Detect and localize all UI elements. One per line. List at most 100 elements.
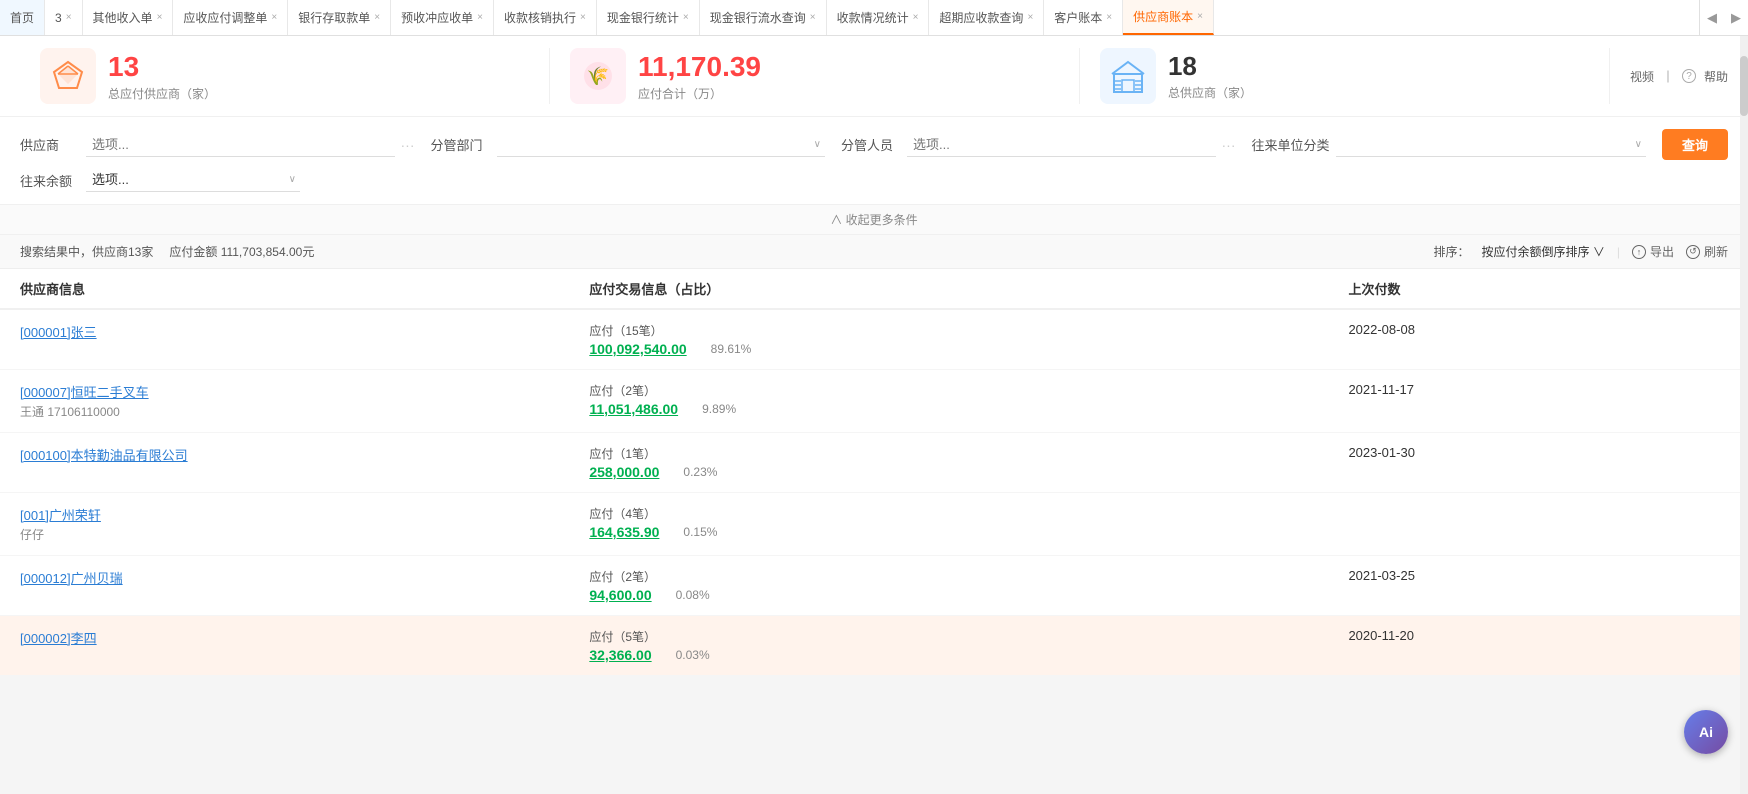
sort-value[interactable]: 按应付余额倒序排序 ∨ xyxy=(1481,243,1604,260)
top-navigation: 首页 3 × 其他收入单 × 应收应付调整单 × 银行存取款单 × 预收冲应收单… xyxy=(0,0,1748,36)
table-row: [000002]李四 应付（5笔） 32,366.00 0.03% 2020-1… xyxy=(0,616,1748,676)
stat-icon-wheat: 🌾 xyxy=(570,48,626,104)
nav-tab-adjustment-label: 应收应付调整单 xyxy=(183,9,267,26)
row-1-amount[interactable]: 11,051,486.00 xyxy=(589,401,678,417)
row-1-lastpay: 2021-11-17 xyxy=(1348,382,1728,397)
summary-supplier-count: 搜索结果中，供应商13家 xyxy=(20,243,153,260)
table-row: [000007]恒旺二手叉车 王通 17106110000 应付（2笔） 11,… xyxy=(0,370,1748,433)
sort-label: 排序： xyxy=(1433,243,1469,260)
filter-balance-dropdown[interactable]: 选项... ∨ xyxy=(86,168,300,192)
stat-total-suppliers: 18 总供应商（家） xyxy=(1080,48,1610,104)
row-0-supplier: [000001]张三 xyxy=(20,322,589,341)
row-2-supplier-link[interactable]: [000100]本特勤油品有限公司 xyxy=(20,445,589,464)
filter-category-label: 往来单位分类 xyxy=(1252,135,1330,154)
filter-row-2: 往来余额 选项... ∨ xyxy=(20,168,1728,192)
export-button[interactable]: ↑ 导出 xyxy=(1632,243,1674,260)
row-1-supplier-link[interactable]: [000007]恒旺二手叉车 xyxy=(20,382,589,401)
scrollbar-thumb[interactable] xyxy=(1740,56,1748,116)
nav-tab-adjustment[interactable]: 应收应付调整单 × xyxy=(173,0,288,35)
row-4-amount[interactable]: 94,600.00 xyxy=(589,587,651,603)
table-header: 供应商信息 应付交易信息（占比） 上次付数 xyxy=(0,269,1748,310)
nav-tab-3-close[interactable]: × xyxy=(66,12,72,23)
filter-row-1: 供应商 ··· 分管部门 ∨ 分管人员 ··· 往来单位分类 xyxy=(20,129,1728,160)
stat-payable-total-label: 应付合计（万） xyxy=(638,85,761,102)
help-link[interactable]: 帮助 xyxy=(1704,68,1728,85)
table-row: [000012]广州贝瑞 应付（2笔） 94,600.00 0.08% 2021… xyxy=(0,556,1748,616)
stat-total-suppliers-label: 总供应商（家） xyxy=(1168,84,1252,101)
row-5-supplier-link[interactable]: [000002]李四 xyxy=(20,628,589,647)
filter-person-label: 分管人员 xyxy=(841,135,901,154)
row-0-amount[interactable]: 100,092,540.00 xyxy=(589,341,686,357)
nav-tab-other-income[interactable]: 其他收入单 × xyxy=(83,0,174,35)
filter-category-select[interactable] xyxy=(1336,133,1646,156)
nav-tab-bank[interactable]: 银行存取款单 × xyxy=(288,0,391,35)
row-4-supplier-link[interactable]: [000012]广州贝瑞 xyxy=(20,568,589,587)
filter-dept: 分管部门 ∨ xyxy=(431,133,826,157)
nav-arrow-left[interactable]: ◀ xyxy=(1700,0,1724,36)
nav-arrow-right[interactable]: ▶ xyxy=(1724,0,1748,36)
row-5-trans-label: 应付（5笔） xyxy=(589,628,1348,645)
collapse-bar[interactable]: ∧ 收起更多条件 xyxy=(0,205,1748,235)
row-4-lastpay: 2021-03-25 xyxy=(1348,568,1728,583)
nav-arrows-container: ◀ ▶ xyxy=(1699,0,1748,36)
row-2-amount[interactable]: 258,000.00 xyxy=(589,464,659,480)
nav-tab-cash-stat-close[interactable]: × xyxy=(683,12,689,23)
nav-tab-supplier-ledger[interactable]: 供应商账本 × xyxy=(1123,0,1214,35)
nav-tab-overdue[interactable]: 超期应收款查询 × xyxy=(929,0,1044,35)
nav-tab-cash-stat-label: 现金银行统计 xyxy=(607,9,679,26)
ai-assistant-button[interactable]: Ai xyxy=(1684,710,1728,754)
filter-dept-select[interactable] xyxy=(497,133,826,156)
filter-supplier-input[interactable] xyxy=(86,133,395,157)
row-5-trans-row: 32,366.00 0.03% xyxy=(589,647,1348,663)
row-3-supplier-link[interactable]: [001]广州荣轩 xyxy=(20,505,589,524)
nav-tab-receipt-stat-close[interactable]: × xyxy=(913,12,919,23)
nav-tab-cash-flow[interactable]: 现金银行流水查询 × xyxy=(700,0,827,35)
nav-tab-verify-label: 收款核销执行 xyxy=(504,9,576,26)
export-icon: ↑ xyxy=(1632,245,1646,259)
refresh-button[interactable]: ↺ 刷新 xyxy=(1686,243,1728,260)
nav-tab-overdue-close[interactable]: × xyxy=(1027,12,1033,23)
row-4-transaction: 应付（2笔） 94,600.00 0.08% xyxy=(589,568,1348,603)
summary-left: 搜索结果中，供应商13家 应付金额 111,703,854.00元 xyxy=(20,243,314,260)
row-5-amount[interactable]: 32,366.00 xyxy=(589,647,651,663)
stat-payable-total: 🌾 11,170.39 应付合计（万） xyxy=(550,48,1080,104)
row-3-amount[interactable]: 164,635.90 xyxy=(589,524,659,540)
nav-tab-customer-ledger[interactable]: 客户账本 × xyxy=(1044,0,1123,35)
nav-tab-verify-close[interactable]: × xyxy=(580,12,586,23)
row-4-supplier: [000012]广州贝瑞 xyxy=(20,568,589,587)
summary-bar: 搜索结果中，供应商13家 应付金额 111,703,854.00元 排序： 按应… xyxy=(0,235,1748,269)
filter-balance-select[interactable]: 选项... xyxy=(86,168,300,191)
nav-tab-supplier-ledger-label: 供应商账本 xyxy=(1133,8,1193,25)
nav-tab-other-income-close[interactable]: × xyxy=(157,12,163,23)
nav-tab-bank-close[interactable]: × xyxy=(374,12,380,23)
nav-tab-other-income-label: 其他收入单 xyxy=(93,9,153,26)
collapse-bar-text: ∧ 收起更多条件 xyxy=(830,213,917,227)
row-3-supplier-sub: 仔仔 xyxy=(20,526,589,543)
nav-tab-receipt-stat[interactable]: 收款情况统计 × xyxy=(827,0,930,35)
nav-tab-customer-ledger-close[interactable]: × xyxy=(1106,12,1112,23)
video-link[interactable]: 视频 xyxy=(1630,68,1654,85)
sort-value-text: 按应付余额倒序排序 xyxy=(1481,245,1589,259)
filter-category-dropdown[interactable]: ∨ xyxy=(1336,133,1646,157)
nav-tab-prepay-close[interactable]: × xyxy=(477,12,483,23)
filter-person-input[interactable] xyxy=(907,133,1216,157)
nav-tab-home[interactable]: 首页 xyxy=(0,0,45,35)
sort-chevron-icon: ∨ xyxy=(1593,245,1605,259)
nav-tab-prepay[interactable]: 预收冲应收单 × xyxy=(391,0,494,35)
nav-tab-supplier-ledger-close[interactable]: × xyxy=(1197,11,1203,22)
query-button[interactable]: 查询 xyxy=(1662,129,1728,160)
nav-tab-3[interactable]: 3 × xyxy=(45,0,83,35)
row-0-supplier-link[interactable]: [000001]张三 xyxy=(20,322,589,341)
nav-tab-cash-flow-close[interactable]: × xyxy=(810,12,816,23)
table-row: [001]广州荣轩 仔仔 应付（4笔） 164,635.90 0.15% xyxy=(0,493,1748,556)
filter-dept-dropdown[interactable]: ∨ xyxy=(497,133,826,157)
nav-tab-adjustment-close[interactable]: × xyxy=(271,12,277,23)
row-1-percent: 9.89% xyxy=(702,402,736,416)
nav-tab-cash-stat[interactable]: 现金银行统计 × xyxy=(597,0,700,35)
filter-supplier-ellipsis: ··· xyxy=(401,137,415,153)
nav-tab-bank-label: 银行存取款单 xyxy=(298,9,370,26)
row-5-percent: 0.03% xyxy=(676,648,710,662)
refresh-label: 刷新 xyxy=(1704,243,1728,260)
nav-tab-verify[interactable]: 收款核销执行 × xyxy=(494,0,597,35)
top-right-links: 视频 ｜ ? 帮助 xyxy=(1610,68,1728,85)
